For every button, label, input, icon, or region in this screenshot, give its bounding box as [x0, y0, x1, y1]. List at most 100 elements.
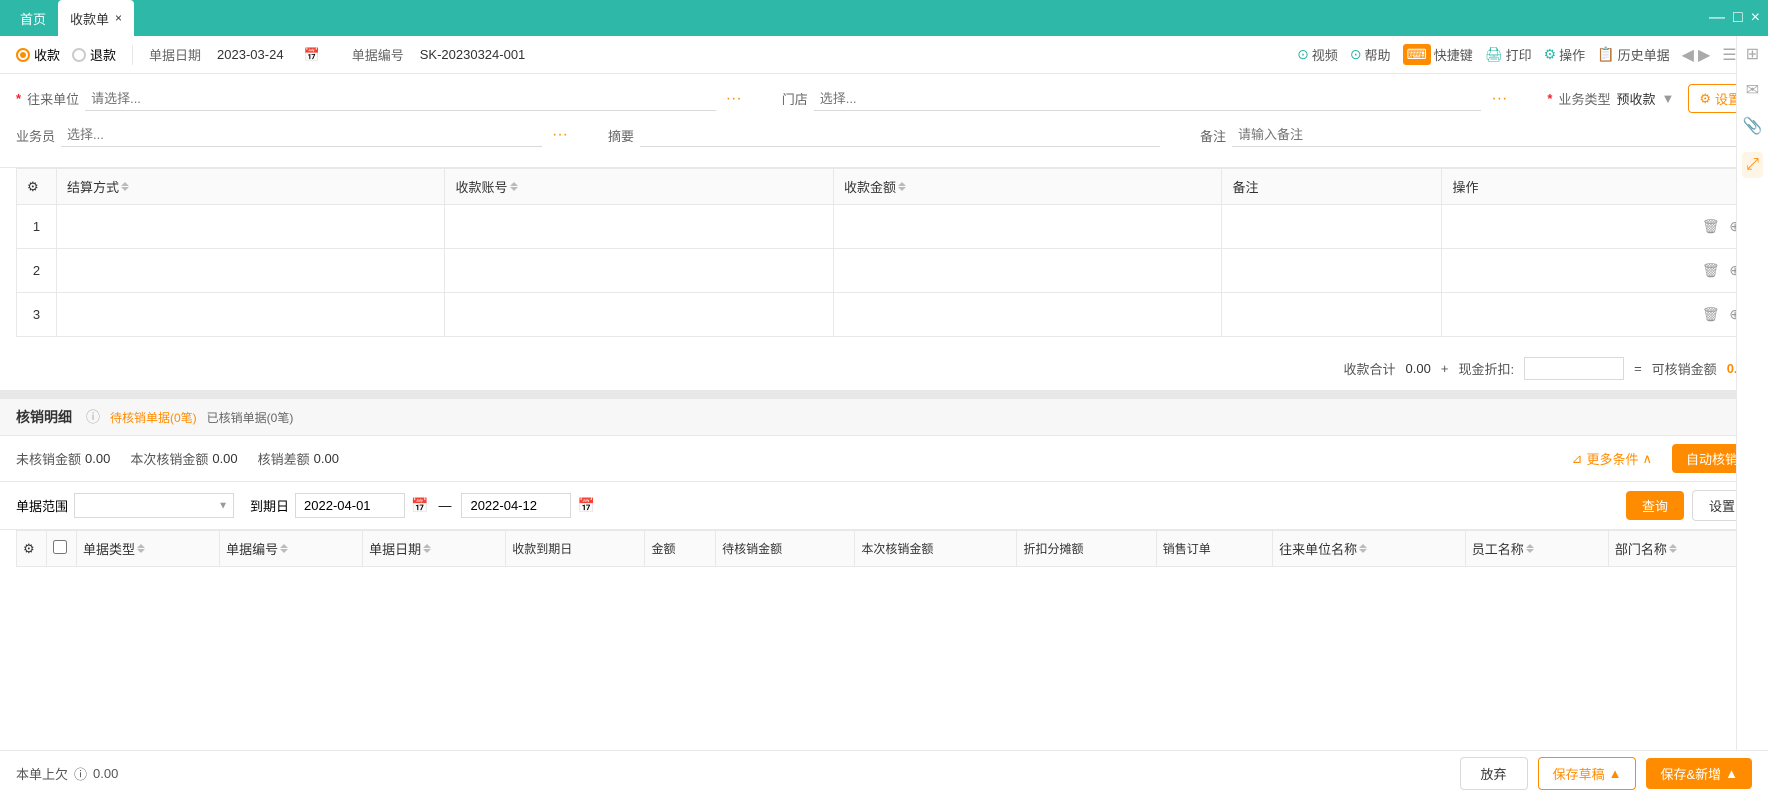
form-row-1: * 往来单位 ··· 门店 ··· * 业务类型 预收款 ▼ ⚙ 设置 [16, 84, 1752, 113]
bottom-th-discount: 折扣分摊额 [1017, 531, 1156, 567]
close-btn[interactable]: × [1751, 9, 1760, 27]
operation-label: 操作 [1559, 45, 1585, 64]
discount-input[interactable] [1524, 357, 1624, 380]
save-new-btn[interactable]: 保存&新增 ▲ [1646, 758, 1752, 789]
staff-more-icon[interactable]: ··· [552, 126, 568, 144]
tab-home[interactable]: 首页 [8, 0, 58, 36]
remark-input[interactable] [1232, 123, 1752, 147]
store-label: 门店 [782, 89, 808, 108]
date-from-input[interactable] [295, 493, 405, 518]
row-2-remark[interactable] [1222, 249, 1442, 293]
query-btn[interactable]: 查询 [1626, 491, 1684, 520]
settle-sort[interactable]: 结算方式 [67, 177, 129, 196]
business-type-select[interactable]: 预收款 ▼ [1616, 89, 1674, 108]
row-2-amount[interactable] [833, 249, 1221, 293]
row-3-account[interactable] [445, 293, 833, 337]
toolbar-divider [132, 45, 133, 65]
filter-row: 单据范围 到期日 📅 — 📅 查询 设置 [0, 482, 1768, 530]
more-conditions-btn[interactable]: ⊿ 更多条件 ∧ [1572, 449, 1652, 468]
table-gear-header[interactable]: ⚙ [17, 169, 57, 205]
row-num-1: 1 [17, 205, 57, 249]
row-1-settle[interactable] [57, 205, 445, 249]
select-all-checkbox[interactable] [53, 540, 67, 554]
row-1-amount[interactable] [833, 205, 1221, 249]
shortcut-btn[interactable]: ⌨ 快捷键 [1403, 44, 1473, 65]
summary-field: 摘要 [608, 123, 1160, 147]
date-range-dash: — [438, 498, 451, 513]
abandon-btn[interactable]: 放弃 [1460, 757, 1528, 790]
amount-sort[interactable]: 收款金额 [844, 177, 906, 196]
calendar-icon[interactable]: 📅 [304, 47, 320, 63]
help-btn[interactable]: ⊙ 帮助 [1350, 45, 1391, 64]
date-from-calendar-icon[interactable]: 📅 [411, 497, 428, 514]
rp-table-icon[interactable]: ⊞ [1746, 44, 1759, 64]
row-3-delete-icon[interactable]: 🗑 [1702, 306, 1720, 322]
table-amount-header: 收款金额 [833, 169, 1221, 205]
row-2-delete-icon[interactable]: 🗑 [1702, 262, 1720, 278]
operation-btn[interactable]: ⚙ 操作 [1544, 45, 1586, 64]
current-info-icon[interactable]: ⓘ [74, 764, 87, 783]
bottom-th-current: 本次核销金额 [855, 531, 1017, 567]
history-btn[interactable]: 📋 历史单据 [1597, 45, 1669, 64]
tab-close-icon[interactable]: × [115, 11, 122, 25]
bottom-th-amount: 金额 [645, 531, 716, 567]
receipt-table: ⚙ 结算方式 收款账号 [16, 168, 1752, 337]
radio-group: 收款 退款 [16, 45, 116, 64]
pending-tag[interactable]: 待核销单据(0笔) [110, 409, 197, 426]
done-tag[interactable]: 已核销单据(0笔) [207, 409, 294, 426]
equals-sign: = [1634, 361, 1642, 376]
bottom-th-staff: 员工名称 [1465, 531, 1608, 567]
minimize-btn[interactable]: — [1709, 9, 1725, 27]
number-label: 单据编号 [352, 45, 404, 64]
maximize-btn[interactable]: □ [1733, 9, 1743, 27]
save-new-arrow-icon[interactable]: ▲ [1725, 766, 1738, 781]
date-to-input[interactable] [461, 493, 571, 518]
table-row: 2 🗑 ⊕ [17, 249, 1752, 293]
radio-refund[interactable]: 退款 [72, 45, 116, 64]
tab-receipt[interactable]: 收款单 × [58, 0, 134, 36]
range-select[interactable] [74, 493, 234, 518]
bottom-gear-icon[interactable]: ⚙ [23, 541, 35, 556]
verification-info-icon[interactable]: ⓘ [86, 407, 100, 427]
bottom-th-type: 单据类型 [77, 531, 220, 567]
video-btn[interactable]: ⊙ 视频 [1297, 45, 1338, 64]
row-1-account[interactable] [445, 205, 833, 249]
row-3-amount[interactable] [833, 293, 1221, 337]
nav-next-icon[interactable]: ▶ [1698, 45, 1710, 65]
remark-label: 备注 [1200, 126, 1226, 145]
store-more-icon[interactable]: ··· [1491, 90, 1507, 108]
rp-expand-icon[interactable]: ⤢ [1742, 152, 1763, 178]
radio-receive[interactable]: 收款 [16, 45, 60, 64]
help-icon: ⊙ [1350, 46, 1362, 63]
rp-email-icon[interactable]: ✉ [1746, 80, 1759, 100]
counterpart-input[interactable] [85, 87, 716, 111]
counterpart-label: 往来单位 [27, 89, 79, 108]
store-input[interactable] [814, 87, 1482, 111]
row-3-settle[interactable] [57, 293, 445, 337]
print-btn[interactable]: 🖨 打印 [1485, 45, 1532, 64]
row-1-remark[interactable] [1222, 205, 1442, 249]
bottom-th-number: 单据编号 [220, 531, 363, 567]
rp-attach-icon[interactable]: 📎 [1743, 116, 1763, 136]
date-to-calendar-icon[interactable]: 📅 [577, 497, 594, 514]
gear-icon: ⚙ [1699, 91, 1711, 107]
draft-arrow-icon[interactable]: ▲ [1609, 766, 1622, 781]
row-1-delete-icon[interactable]: 🗑 [1702, 218, 1720, 234]
account-sort[interactable]: 收款账号 [455, 177, 517, 196]
counterpart-more-icon[interactable]: ··· [726, 90, 742, 108]
list-view-icon[interactable]: ☰ [1722, 45, 1736, 65]
row-2-settle[interactable] [57, 249, 445, 293]
chevron-up-icon: ∧ [1642, 451, 1652, 467]
business-type-value: 预收款 [1616, 89, 1655, 108]
required-star: * [16, 91, 21, 106]
staff-input[interactable] [61, 123, 542, 147]
row-num-3: 3 [17, 293, 57, 337]
summary-input[interactable] [640, 123, 1160, 147]
row-2-account[interactable] [445, 249, 833, 293]
row-3-remark[interactable] [1222, 293, 1442, 337]
business-type-arrow: ▼ [1661, 91, 1674, 106]
draft-btn[interactable]: 保存草稿 ▲ [1538, 757, 1637, 790]
current-value: 0.00 [93, 766, 118, 781]
nav-prev-icon[interactable]: ◀ [1682, 45, 1694, 65]
table-action-header: 操作 [1442, 169, 1752, 205]
